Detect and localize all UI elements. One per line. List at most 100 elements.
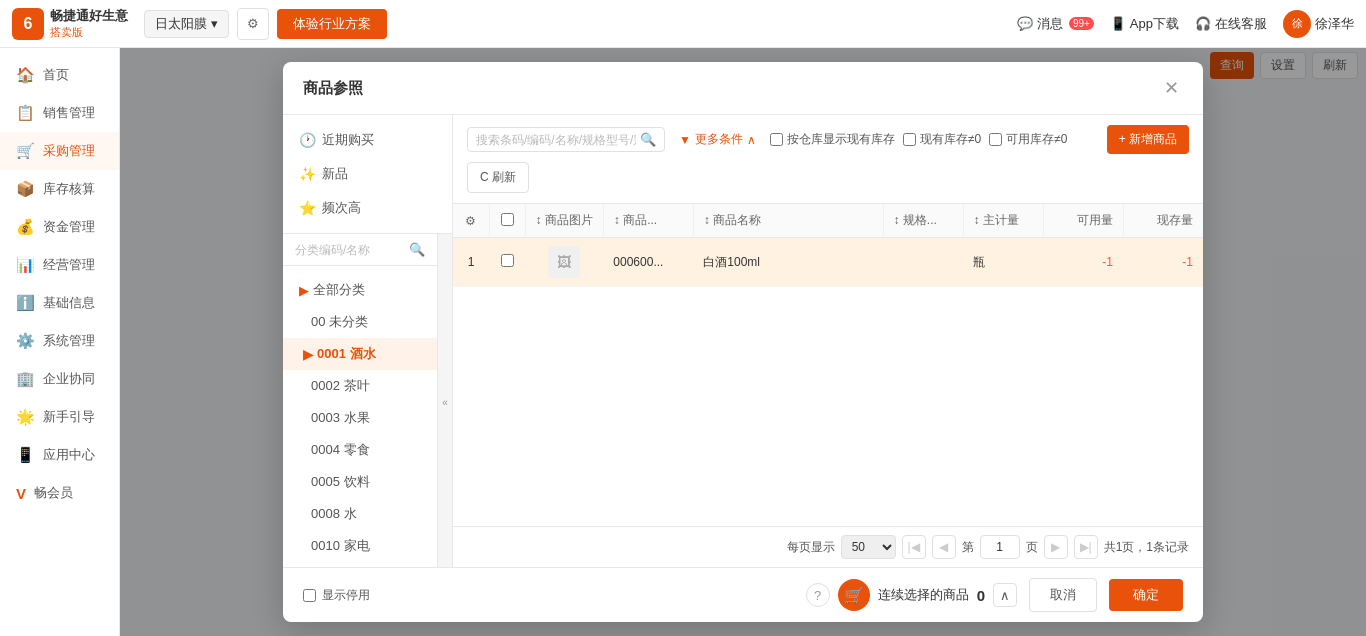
sort-code-icon: ↕ [614,213,620,227]
show-disabled-label[interactable]: 显示停用 [303,587,370,604]
operations-icon: 📊 [16,256,35,274]
product-search-input[interactable] [476,133,636,147]
sort-icon: ↕ [536,213,542,227]
sidebar-item-home[interactable]: 🏠 首页 [0,56,119,94]
product-table-wrap: ⚙ ↕ 商品图片 [453,204,1203,526]
recent-icon: 🕐 [299,132,316,148]
sidebar-item-operations[interactable]: 📊 经营管理 [0,246,119,284]
modal-left-panel: 🕐 近期购买 ✨ 新品 ⭐ 频次高 [283,115,453,567]
sidebar-item-inventory[interactable]: 📦 库存核算 [0,170,119,208]
message-icon: 💬 [1017,16,1033,31]
tree-item-0003[interactable]: 0003 水果 [283,402,437,434]
tree-item-0004[interactable]: 0004 零食 [283,434,437,466]
category-search-icon[interactable]: 🔍 [409,242,425,257]
sidebar-item-purchase[interactable]: 🛒 采购管理 [0,132,119,170]
avatar: 徐 [1283,10,1311,38]
modal-close-button[interactable]: ✕ [1159,76,1183,100]
table-header-row: ⚙ ↕ 商品图片 [453,204,1203,238]
tree-item-0010[interactable]: 0010 家电 [283,530,437,562]
modal-body: 🕐 近期购买 ✨ 新品 ⭐ 频次高 [283,115,1203,567]
sidebar-item-basic-info[interactable]: ℹ️ 基础信息 [0,284,119,322]
modal-title: 商品参照 [303,79,363,98]
show-disabled-checkbox[interactable] [303,589,316,602]
tree-item-0008[interactable]: 0008 水 [283,498,437,530]
user-nav-item[interactable]: 徐 徐泽华 [1283,10,1354,38]
quick-tabs: 🕐 近期购买 ✨ 新品 ⭐ 频次高 [283,115,452,234]
tab-recent-purchase[interactable]: 🕐 近期购买 [283,123,452,157]
tree-item-0002[interactable]: 0002 茶叶 [283,370,437,402]
category-tree: ▶ 全部分类 00 未分类 ▶ 0001 酒水 [283,266,437,567]
page-first-btn[interactable]: |◀ [902,535,926,559]
cb-available[interactable] [989,133,1002,146]
search-icon[interactable]: 🔍 [640,132,656,147]
trial-btn[interactable]: 体验行业方案 [277,9,387,39]
cb-available-label[interactable]: 可用库存≠0 [989,131,1067,148]
sort-unit-icon: ↕ [974,213,980,227]
online-service-nav-item[interactable]: 🎧 在线客服 [1195,15,1267,33]
tree-item-0001[interactable]: ▶ 0001 酒水 [283,338,437,370]
cb-existing[interactable] [903,133,916,146]
sidebar-item-finance[interactable]: 💰 资金管理 [0,208,119,246]
page-last-btn[interactable]: ▶| [1074,535,1098,559]
store-dropdown[interactable]: 日太阳膜 ▾ [144,10,229,38]
settings-btn[interactable]: ⚙ [237,8,269,40]
th-stock: 现存量 [1123,204,1203,238]
refresh-btn[interactable]: C 刷新 [467,162,529,193]
th-spec: ↕ 规格... [883,204,963,238]
per-page-label: 每页显示 [787,539,835,556]
cancel-button[interactable]: 取消 [1029,578,1097,612]
chevron-left-icon: « [442,397,448,408]
messages-nav-item[interactable]: 💬 消息 99+ [1017,15,1094,33]
finance-icon: 💰 [16,218,35,236]
apps-icon: 📱 [16,446,35,464]
logo-text: 畅捷通好生意 搭卖版 [50,7,128,40]
tree-item-00[interactable]: 00 未分类 [283,306,437,338]
cb-warehouse[interactable] [770,133,783,146]
th-settings: ⚙ [453,204,489,238]
row-checkbox[interactable] [501,254,514,267]
collapse-panel-btn[interactable]: « [437,234,452,567]
sidebar-item-guide[interactable]: 🌟 新手引导 [0,398,119,436]
filter-arrow-icon: ∧ [747,133,756,147]
collapse-cart-btn[interactable]: ∧ [993,583,1017,607]
page-number-input[interactable] [980,535,1020,559]
sidebar-item-apps[interactable]: 📱 应用中心 [0,436,119,474]
confirm-button[interactable]: 确定 [1109,579,1183,611]
cart-count: 0 [977,587,985,604]
column-settings-icon[interactable]: ⚙ [465,214,476,228]
tab-new-product[interactable]: ✨ 新品 [283,157,452,191]
purchase-icon: 🛒 [16,142,35,160]
add-product-btn[interactable]: + 新增商品 [1107,125,1189,154]
tree-arrow-icon: ▶ [299,283,309,298]
td-unit: 瓶 [963,238,1043,287]
table-row[interactable]: 1 🖼 [453,238,1203,287]
td-check[interactable] [489,238,525,287]
page-next-btn[interactable]: ▶ [1044,535,1068,559]
sidebar-item-sales[interactable]: 📋 销售管理 [0,94,119,132]
tree-item-0005[interactable]: 0005 饮料 [283,466,437,498]
th-check [489,204,525,238]
star-icon: ⭐ [299,200,316,216]
per-page-select[interactable]: 50 10 20 100 [841,535,896,559]
help-icon[interactable]: ? [806,583,830,607]
app-download-nav-item[interactable]: 📱 App下载 [1110,15,1179,33]
page-prev-btn[interactable]: ◀ [932,535,956,559]
sidebar-item-system[interactable]: ⚙️ 系统管理 [0,322,119,360]
td-stock: -1 [1123,238,1203,287]
sidebar-item-enterprise[interactable]: 🏢 企业协同 [0,360,119,398]
cart-icon[interactable]: 🛒 [838,579,870,611]
modal-footer: 显示停用 ? 🛒 连续选择的商品 0 ∧ 取消 确定 [283,567,1203,622]
category-search-input[interactable] [295,243,405,257]
tab-high-frequency[interactable]: ⭐ 频次高 [283,191,452,225]
cb-warehouse-label[interactable]: 按仓库显示现有库存 [770,131,895,148]
th-code: ↕ 商品... [603,204,693,238]
select-all-checkbox[interactable] [501,213,514,226]
th-img: ↕ 商品图片 [525,204,603,238]
sidebar-item-vip[interactable]: V 畅会员 [0,474,119,512]
cb-existing-label[interactable]: 现有库存≠0 [903,131,981,148]
filter-more-btn[interactable]: ▼ 更多条件 ∧ [673,127,762,152]
td-row-num: 1 [453,238,489,287]
tree-item-all[interactable]: ▶ 全部分类 [283,274,437,306]
td-spec [883,238,963,287]
modal-toolbar: 🔍 ▼ 更多条件 ∧ 按仓库显示现有库存 [453,115,1203,204]
